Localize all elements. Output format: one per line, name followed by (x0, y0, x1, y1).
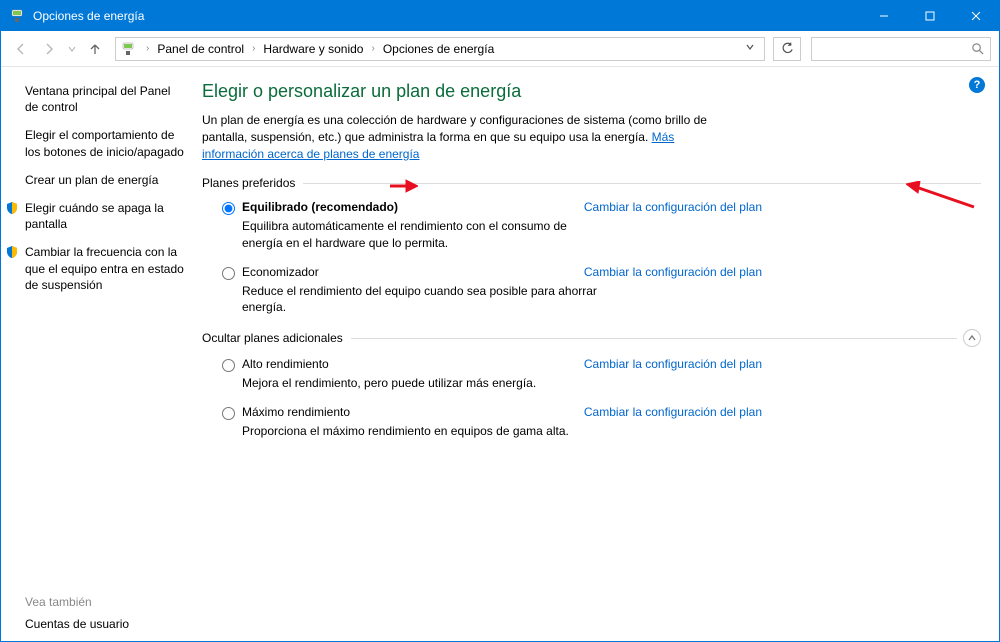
sidebar-link-create-plan[interactable]: Crear un plan de energía (25, 172, 186, 188)
change-plan-link[interactable]: Cambiar la configuración del plan (584, 405, 762, 419)
window-controls (861, 1, 999, 31)
plan-name: Máximo rendimiento (242, 405, 350, 419)
control-panel-icon (120, 41, 136, 57)
chevron-right-icon: › (371, 43, 374, 54)
change-plan-link[interactable]: Cambiar la configuración del plan (584, 265, 762, 279)
sidebar-item-label: Elegir cuándo se apaga la pantalla (25, 201, 164, 231)
help-icon[interactable]: ? (969, 77, 985, 93)
sidebar-link-cp-home[interactable]: Ventana principal del Panel de control (25, 83, 186, 115)
see-also-header: Vea también (25, 595, 186, 609)
sidebar-link-button-behavior[interactable]: Elegir el comportamiento de los botones … (25, 127, 186, 159)
additional-plans-header: Ocultar planes adicionales (202, 329, 981, 347)
plan-name: Equilibrado (recomendado) (242, 200, 398, 214)
plan-economizer: Economizador Cambiar la configuración de… (222, 265, 762, 315)
titlebar: Opciones de energía (1, 1, 999, 31)
page-desc-text: Un plan de energía es una colección de h… (202, 113, 707, 144)
shield-icon (5, 245, 19, 259)
close-button[interactable] (953, 1, 999, 31)
window-title: Opciones de energía (33, 9, 861, 23)
sidebar-link-display-off[interactable]: Elegir cuándo se apaga la pantalla (7, 200, 186, 232)
plan-description: Mejora el rendimiento, pero puede utiliz… (242, 375, 602, 391)
plan-high-performance: Alto rendimiento Cambiar la configuració… (222, 357, 762, 391)
nav-back-button[interactable] (9, 37, 33, 61)
nav-up-button[interactable] (83, 37, 107, 61)
plan-radio-balanced[interactable] (222, 202, 235, 215)
chevron-right-icon: › (252, 43, 255, 54)
nav-recent-button[interactable] (65, 37, 79, 61)
preferred-plans-label: Planes preferidos (202, 176, 303, 190)
plan-max-performance: Máximo rendimiento Cambiar la configurac… (222, 405, 762, 439)
plan-description: Reduce el rendimiento del equipo cuando … (242, 283, 602, 315)
breadcrumb-item[interactable]: Opciones de energía (381, 40, 496, 58)
maximize-button[interactable] (907, 1, 953, 31)
plan-radio-max-perf[interactable] (222, 407, 235, 420)
address-dropdown-button[interactable] (740, 43, 760, 54)
page-title: Elegir o personalizar un plan de energía (202, 81, 981, 102)
plan-description: Proporciona el máximo rendimiento en equ… (242, 423, 602, 439)
preferred-plans-header: Planes preferidos (202, 176, 981, 190)
nav-forward-button[interactable] (37, 37, 61, 61)
plan-name: Economizador (242, 265, 319, 279)
search-input[interactable] (811, 37, 991, 61)
plan-radio-economizer[interactable] (222, 267, 235, 280)
content-pane: ? Elegir o personalizar un plan de energ… (196, 67, 999, 641)
see-also-accounts[interactable]: Cuentas de usuario (25, 617, 186, 631)
plan-balanced: Equilibrado (recomendado) Cambiar la con… (222, 200, 762, 250)
sidebar: Ventana principal del Panel de control E… (1, 67, 196, 641)
power-options-icon (9, 8, 25, 24)
shield-icon (5, 201, 19, 215)
search-icon (971, 42, 984, 55)
plan-name: Alto rendimiento (242, 357, 329, 371)
annotation-arrow-right (906, 181, 976, 211)
breadcrumb-item[interactable]: Panel de control (155, 40, 246, 58)
refresh-button[interactable] (773, 37, 801, 61)
page-description: Un plan de energía es una colección de h… (202, 112, 732, 162)
sidebar-link-sleep-freq[interactable]: Cambiar la frecuencia con la que el equi… (7, 244, 186, 293)
plan-description: Equilibra automáticamente el rendimiento… (242, 218, 602, 250)
collapse-button[interactable] (963, 329, 981, 347)
chevron-right-icon: › (146, 43, 149, 54)
annotation-arrow-left (382, 177, 418, 195)
change-plan-link[interactable]: Cambiar la configuración del plan (584, 357, 762, 371)
breadcrumb-item[interactable]: Hardware y sonido (261, 40, 365, 58)
minimize-button[interactable] (861, 1, 907, 31)
additional-plans-label[interactable]: Ocultar planes adicionales (202, 331, 351, 345)
navbar: › Panel de control › Hardware y sonido ›… (1, 31, 999, 67)
sidebar-item-label: Cambiar la frecuencia con la que el equi… (25, 245, 184, 291)
plan-radio-high-perf[interactable] (222, 359, 235, 372)
address-bar[interactable]: › Panel de control › Hardware y sonido ›… (115, 37, 765, 61)
chevron-up-icon (968, 334, 976, 342)
change-plan-link[interactable]: Cambiar la configuración del plan (584, 200, 762, 214)
